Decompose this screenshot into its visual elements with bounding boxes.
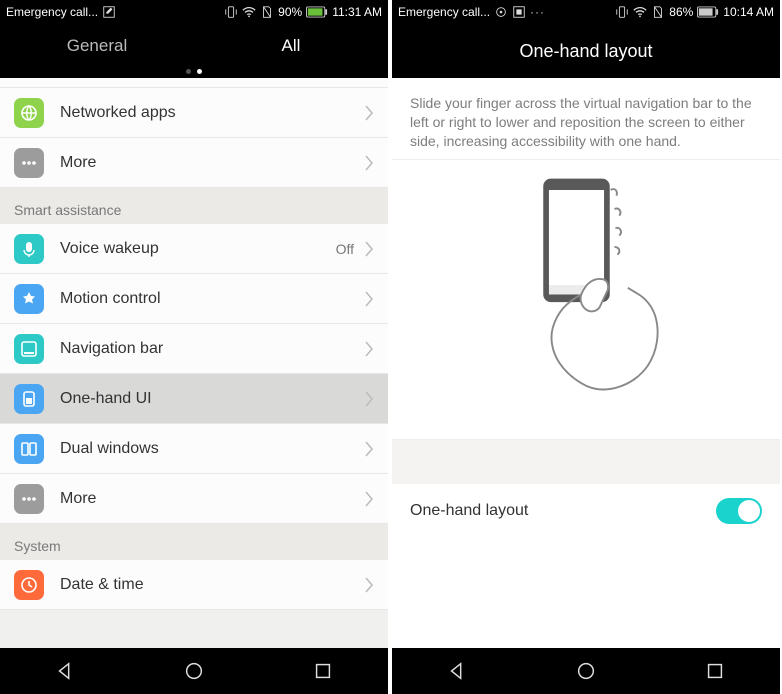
settings-row-voice-wakeup[interactable]: Voice wakeup Off — [0, 224, 388, 274]
onehand-icon — [14, 384, 44, 414]
sim-icon — [651, 5, 665, 19]
nav-bar — [0, 648, 388, 694]
battery-pct: 86% — [669, 5, 693, 19]
status-title: Emergency call... — [398, 5, 490, 19]
vibrate-icon — [224, 5, 238, 19]
screenshot-icon — [512, 5, 526, 19]
status-time: 11:31 AM — [332, 5, 382, 19]
battery-icon — [697, 6, 719, 18]
status-title: Emergency call... — [6, 5, 98, 19]
motion-icon — [14, 284, 44, 314]
net-icon — [14, 98, 44, 128]
clock-icon — [14, 570, 44, 600]
location-icon — [494, 5, 508, 19]
page-title: One-hand layout — [392, 24, 780, 78]
settings-row-navigation-bar[interactable]: Navigation bar — [0, 324, 388, 374]
toggle-label: One-hand layout — [410, 502, 716, 520]
recent-button[interactable] — [704, 660, 726, 682]
one-hand-layout-toggle[interactable] — [716, 498, 762, 524]
row-label: More — [60, 490, 364, 508]
sim-icon — [260, 5, 274, 19]
row-label: Voice wakeup — [60, 240, 336, 258]
section-system: System — [0, 524, 388, 560]
one-hand-layout-row: One-hand layout — [392, 484, 780, 538]
row-value: Off — [336, 241, 354, 257]
more-dots: ··· — [530, 5, 545, 19]
settings-list[interactable]: Manage apps Networked apps More Smart as… — [0, 78, 388, 648]
nav-bar — [392, 648, 780, 694]
chevron-right-icon — [364, 105, 374, 121]
row-label: Date & time — [60, 576, 364, 594]
wifi-icon — [242, 5, 256, 19]
home-button[interactable] — [183, 660, 205, 682]
more-icon — [14, 484, 44, 514]
compose-icon — [102, 5, 116, 19]
settings-row-more[interactable]: More — [0, 138, 388, 188]
mic-icon — [14, 234, 44, 264]
row-label: Navigation bar — [60, 340, 364, 358]
chevron-right-icon — [364, 291, 374, 307]
row-label: Networked apps — [60, 104, 364, 122]
chevron-right-icon — [364, 491, 374, 507]
settings-row-more[interactable]: More — [0, 474, 388, 524]
tabs-header: General All — [0, 24, 388, 78]
home-button[interactable] — [575, 660, 597, 682]
section-smart-assistance: Smart assistance — [0, 188, 388, 224]
wifi-icon — [633, 5, 647, 19]
page-indicator — [0, 69, 388, 74]
battery-icon — [306, 6, 328, 18]
chevron-right-icon — [364, 441, 374, 457]
row-label: One-hand UI — [60, 390, 364, 408]
dual-icon — [14, 434, 44, 464]
chevron-right-icon — [364, 577, 374, 593]
settings-row-networked-apps[interactable]: Networked apps — [0, 88, 388, 138]
chevron-right-icon — [364, 155, 374, 171]
back-button[interactable] — [446, 660, 468, 682]
phone-right: Emergency call... ··· 86% 10:14 AM One-h… — [392, 0, 780, 694]
status-bar: Emergency call... ··· 86% 10:14 AM — [392, 0, 780, 24]
chevron-right-icon — [364, 341, 374, 357]
illustration — [392, 160, 780, 440]
nav-icon — [14, 334, 44, 364]
battery-pct: 90% — [278, 5, 302, 19]
more-icon — [14, 148, 44, 178]
settings-row-dual-windows[interactable]: Dual windows — [0, 424, 388, 474]
status-time: 10:14 AM — [723, 5, 774, 19]
chevron-right-icon — [364, 391, 374, 407]
settings-row-one-hand-ui[interactable]: One-hand UI — [0, 374, 388, 424]
chevron-right-icon — [364, 241, 374, 257]
settings-row-motion-control[interactable]: Motion control — [0, 274, 388, 324]
settings-row-date-time[interactable]: Date & time — [0, 560, 388, 610]
row-label: Dual windows — [60, 440, 364, 458]
spacer — [392, 440, 780, 484]
phone-left: Emergency call... 90% 11:31 AM General A… — [0, 0, 388, 694]
vibrate-icon — [615, 5, 629, 19]
recent-button[interactable] — [312, 660, 334, 682]
feature-description: Slide your finger across the virtual nav… — [392, 78, 780, 160]
settings-row-manage-apps[interactable]: Manage apps — [0, 78, 388, 88]
status-bar: Emergency call... 90% 11:31 AM — [0, 0, 388, 24]
back-button[interactable] — [54, 660, 76, 682]
row-label: Motion control — [60, 290, 364, 308]
row-label: More — [60, 154, 364, 172]
